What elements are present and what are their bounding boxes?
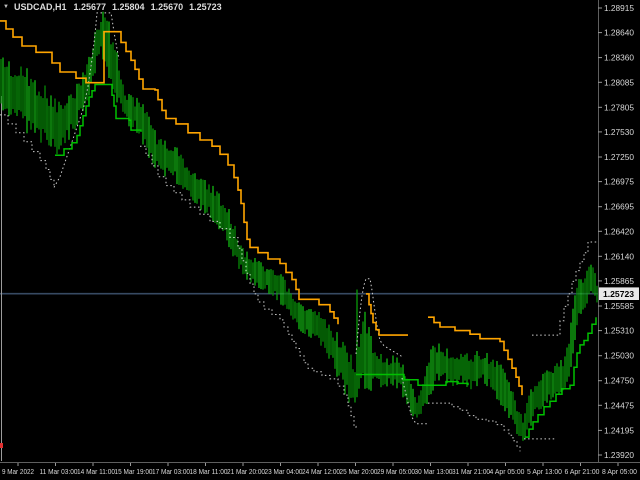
current-price-label: 1.25723 <box>603 290 635 299</box>
time-tick-label: 21 Mar 20:00 <box>227 467 265 476</box>
price-tick-label: 1.28085 <box>604 78 635 87</box>
chart-ohlc-header: ▼ USDCAD,H1 1.25677 1.25804 1.25670 1.25… <box>3 2 228 12</box>
price-tick-label: 1.25310 <box>604 327 635 336</box>
price-tick-label: 1.24475 <box>604 401 635 410</box>
close-value: 1.25723 <box>189 2 222 12</box>
time-tick-label: 30 Mar 13:00 <box>415 467 453 476</box>
price-tick-label: 1.27530 <box>604 128 635 137</box>
candles-layer <box>0 11 598 441</box>
price-tick-label: 1.28640 <box>604 29 635 38</box>
time-tick-label: 15 Mar 19:00 <box>115 467 153 476</box>
green-channel-layer <box>55 83 597 438</box>
time-tick-label: 25 Mar 20:00 <box>340 467 378 476</box>
dotted-channel-line <box>524 438 557 440</box>
price-tick-label: 1.28915 <box>604 4 635 13</box>
time-tick-label: 5 Apr 13:00 <box>527 467 562 476</box>
time-tick-label: 11 Mar 03:00 <box>40 467 78 476</box>
symbol-dropdown-icon: ▼ <box>3 4 9 10</box>
orange-channel-layer <box>0 20 523 396</box>
time-tick-label: 4 Apr 05:00 <box>490 467 525 476</box>
time-tick-label: 24 Mar 12:00 <box>302 467 340 476</box>
orange-resistance-line <box>0 20 339 325</box>
red-edge-marker <box>0 443 3 448</box>
time-tick-label: 14 Mar 11:00 <box>77 467 115 476</box>
time-tick-label: 29 Mar 05:00 <box>377 467 415 476</box>
price-tick-label: 1.28360 <box>604 54 635 63</box>
time-tick-label: 18 Mar 11:00 <box>190 467 228 476</box>
time-axis[interactable]: 9 Mar 2022 11 Mar 03:00 14 Mar 11:00 15 Mar… <box>2 463 637 476</box>
price-tick-label: 1.26420 <box>604 227 635 236</box>
chart-window[interactable]: 1.28915 1.28640 1.28360 1.28085 1.27805 1.275… <box>0 0 640 480</box>
time-tick-label: 31 Mar 21:00 <box>452 467 490 476</box>
price-tick-label: 1.25865 <box>604 277 635 286</box>
time-tick-label: 9 Mar 2022 <box>2 467 34 476</box>
time-tick-label: 8 Apr 05:00 <box>602 467 637 476</box>
price-tick-label: 1.26140 <box>604 252 635 261</box>
time-tick-label: 23 Mar 04:00 <box>265 467 303 476</box>
time-tick-label: 17 Mar 03:00 <box>152 467 190 476</box>
orange-resistance-line <box>366 293 408 336</box>
price-chart-canvas[interactable]: 1.28915 1.28640 1.28360 1.28085 1.27805 1.275… <box>0 0 640 480</box>
price-tick-label: 1.27250 <box>604 153 635 162</box>
dotted-channel-line <box>428 402 521 452</box>
price-tick-label: 1.26975 <box>604 178 635 187</box>
low-value: 1.25670 <box>150 2 184 12</box>
green-support-line <box>55 83 142 156</box>
price-tick-label: 1.24195 <box>604 426 635 435</box>
price-axis[interactable]: 1.28915 1.28640 1.28360 1.28085 1.27805 1.275… <box>598 4 639 460</box>
price-tick-label: 1.25030 <box>604 352 635 361</box>
symbol-timeframe-label: USDCAD,H1 <box>13 2 67 12</box>
dotted-channel-line <box>140 145 357 430</box>
price-tick-label: 1.25585 <box>604 302 635 311</box>
high-value: 1.25804 <box>112 2 145 12</box>
time-tick-label: 6 Apr 21:00 <box>565 467 600 476</box>
price-tick-label: 1.26695 <box>604 203 635 212</box>
price-tick-label: 1.24750 <box>604 377 635 386</box>
price-tick-label: 1.23920 <box>604 451 635 460</box>
open-value: 1.25677 <box>73 2 107 12</box>
price-tick-label: 1.27805 <box>604 103 635 112</box>
